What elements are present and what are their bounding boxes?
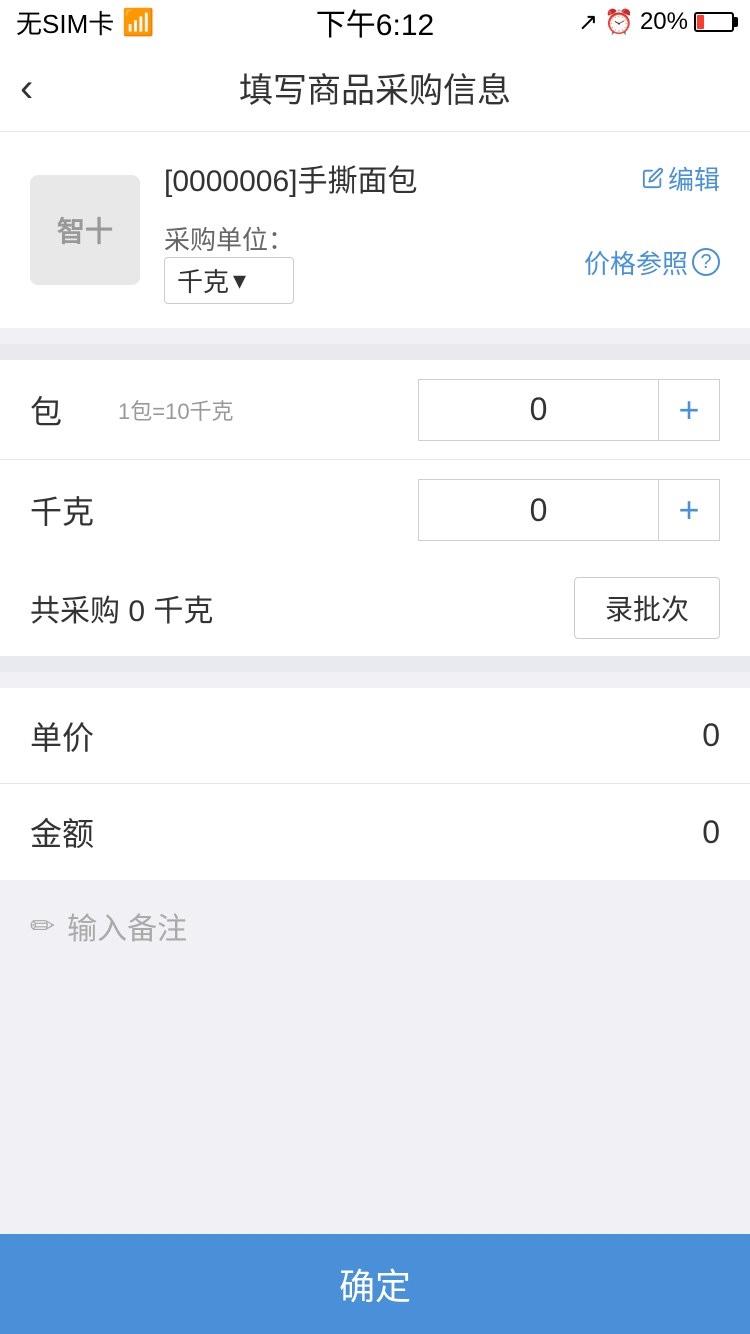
alarm-icon: ⏰ [604, 8, 634, 37]
batch-button[interactable]: 录批次 [574, 577, 720, 639]
confirm-button[interactable]: 确定 [0, 1234, 750, 1334]
amount-row: 金额 0 [0, 784, 750, 880]
product-image: 智十 [30, 175, 140, 285]
remark-placeholder: 输入备注 [67, 904, 187, 948]
confirm-label: 确定 [339, 1258, 411, 1310]
carrier-text: 无SIM卡 [16, 4, 114, 41]
product-name: [0000006]手撕面包 [164, 156, 417, 200]
chevron-down-icon: ▾ [233, 265, 246, 296]
price-ref-label: 价格参照 [584, 244, 688, 281]
product-image-text: 智十 [57, 210, 113, 250]
bao-input-right: + [418, 379, 720, 441]
bao-input[interactable] [418, 379, 658, 441]
status-bar: 无SIM卡 📶 下午6:12 ↗ ⏰ 20% [0, 0, 750, 44]
product-card: 智十 [0000006]手撕面包 编辑 采购单位： 千克 ▾ 价格参照 ? [0, 132, 750, 328]
battery-icon [694, 12, 734, 32]
remark-input[interactable]: ✏ 输入备注 [30, 904, 720, 948]
bao-label: 包 [30, 387, 110, 433]
spacer [0, 972, 750, 1234]
status-time: 下午6:12 [316, 0, 434, 44]
kg-input[interactable] [418, 479, 658, 541]
battery-pct: 20% [640, 8, 688, 36]
section-divider-2 [0, 656, 750, 672]
summary-row: 共采购 0 千克 录批次 [0, 560, 750, 656]
back-button[interactable]: ‹ [20, 68, 33, 108]
remark-section: ✏ 输入备注 [0, 880, 750, 972]
bao-input-row: 包 1包=10千克 + [0, 360, 750, 460]
section-divider-1 [0, 344, 750, 360]
unit-price-label: 单价 [30, 713, 94, 759]
pencil-icon: ✏ [30, 909, 55, 944]
nav-bar: ‹ 填写商品采购信息 [0, 44, 750, 132]
amount-label: 金额 [30, 809, 94, 855]
summary-text: 共采购 0 千克 [30, 586, 213, 630]
status-right: ↗ ⏰ 20% [578, 8, 734, 37]
kg-input-right: + [418, 479, 720, 541]
location-icon: ↗ [578, 8, 598, 37]
info-icon: ? [692, 248, 720, 276]
kg-input-row: 千克 + [0, 460, 750, 560]
wifi-icon: 📶 [122, 7, 154, 38]
unit-value: 千克 [177, 262, 229, 299]
price-section: 单价 0 金额 0 [0, 688, 750, 880]
unit-selector: 采购单位： 千克 ▾ [164, 220, 294, 304]
product-unit-row: 采购单位： 千克 ▾ 价格参照 ? [164, 220, 720, 304]
unit-label: 采购单位： [164, 225, 294, 255]
unit-price-row: 单价 0 [0, 688, 750, 784]
kg-plus-button[interactable]: + [658, 479, 720, 541]
input-section: 包 1包=10千克 + 千克 + [0, 360, 750, 560]
unit-dropdown[interactable]: 千克 ▾ [164, 257, 294, 304]
page-title: 填写商品采购信息 [239, 63, 511, 112]
amount-value: 0 [702, 814, 720, 851]
bao-sublabel: 1包=10千克 [118, 394, 234, 426]
product-info: [0000006]手撕面包 编辑 采购单位： 千克 ▾ 价格参照 ? [164, 156, 720, 304]
price-reference-button[interactable]: 价格参照 ? [584, 244, 720, 281]
product-header: [0000006]手撕面包 编辑 [164, 156, 720, 200]
unit-price-value: 0 [702, 717, 720, 754]
status-left: 无SIM卡 📶 [16, 4, 155, 41]
bao-plus-button[interactable]: + [658, 379, 720, 441]
kg-label: 千克 [30, 487, 110, 533]
edit-button[interactable]: 编辑 [642, 160, 720, 197]
